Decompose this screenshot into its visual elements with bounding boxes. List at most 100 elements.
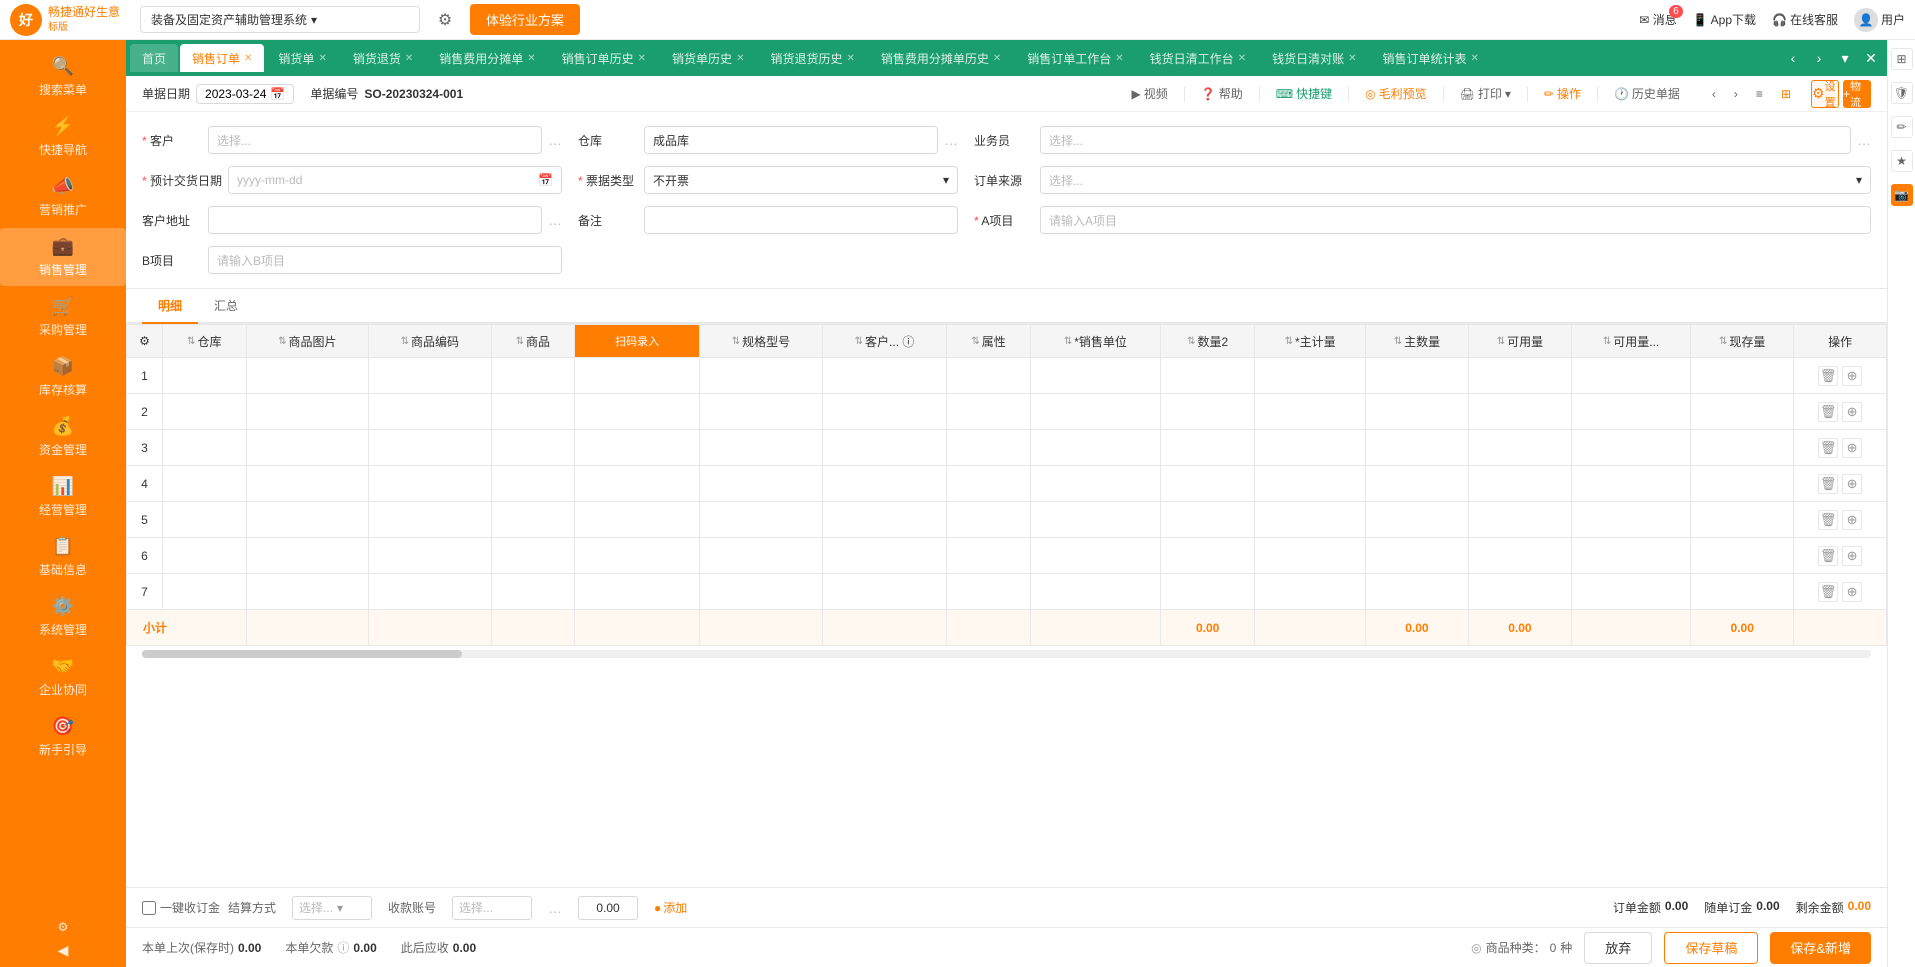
tab-sales-summary[interactable]: 销售订单统计表 ✕ [1370,44,1490,72]
rp-icon-2[interactable]: 🛡 [1891,82,1913,104]
sidebar-item-system[interactable]: ⚙️ 系统管理 [0,588,126,646]
sort-icon[interactable]: ⇅ [855,336,863,347]
account-select[interactable]: 选择... [452,896,532,920]
sort-icon[interactable]: ⇅ [1719,336,1727,347]
print-btn[interactable]: 🖨 打印 ▾ [1452,83,1519,104]
app-download-btn[interactable]: 📱 App下载 [1693,11,1756,28]
tab-close-all-btn[interactable]: ✕ [1859,46,1883,70]
add-btn[interactable]: ● 添加 [654,899,687,916]
row-delete-btn[interactable]: 🗑 [1818,582,1838,602]
sidebar-item-quicknav[interactable]: ⚡ 快捷导航 [0,108,126,166]
help-btn[interactable]: ❓ 帮助 [1193,83,1251,104]
user-avatar[interactable]: 👤 用户 [1854,8,1905,32]
tab-close-sales-invoice-history[interactable]: ✕ [736,53,744,64]
remark-input[interactable] [644,206,958,234]
sidebar-item-enterprise[interactable]: 🤝 企业协同 [0,648,126,706]
sidebar-item-guide[interactable]: 🎯 新手引导 [0,708,126,766]
settlement-select[interactable]: 选择... ▾ [292,896,372,920]
tab-sales-order-history[interactable]: 销售订单历史 ✕ [550,44,658,72]
tab-close-sales-return-history[interactable]: ✕ [846,53,854,64]
tab-sales-return[interactable]: 销货退货 ✕ [341,44,425,72]
staff-input[interactable]: 选择... [1040,126,1851,154]
sort-icon[interactable]: ⇅ [971,336,979,347]
amount-input[interactable] [578,896,638,920]
app-selector[interactable]: 装备及固定资产辅助管理系统 ▾ [140,6,420,33]
sidebar-item-marketing[interactable]: 📣 营销推广 [0,168,126,226]
tab-cash-workbench[interactable]: 钱货日清工作台 ✕ [1138,44,1258,72]
warehouse-more-icon[interactable]: … [944,132,958,148]
nav-prev-btn[interactable]: ‹ [1704,85,1724,103]
tab-sales-workbench[interactable]: 销售订单工作台 ✕ [1015,44,1135,72]
history-btn[interactable]: 🕐 历史单据 [1606,83,1688,104]
sidebar-settings-btn[interactable]: ⚙ [58,920,69,934]
tab-sales-invoice[interactable]: 销货单 ✕ [266,44,338,72]
sort-icon[interactable]: ⇅ [1064,336,1072,347]
tab-menu-btn[interactable]: ▾ [1833,46,1857,70]
sort-icon[interactable]: ⇅ [732,336,740,347]
tab-sales-return-history[interactable]: 销货退货历史 ✕ [758,44,866,72]
row-delete-btn[interactable]: 🗑 [1818,366,1838,386]
a-project-input[interactable]: 请输入A项目 [1040,206,1871,234]
row-copy-btn[interactable]: ⊕ [1842,582,1862,602]
sidebar-collapse-btn[interactable]: ◀ [58,942,69,959]
tab-close-sales-expense-history[interactable]: ✕ [993,53,1001,64]
customer-input[interactable]: 选择... [208,126,542,154]
tab-cash-reconcile[interactable]: 钱货日清对账 ✕ [1260,44,1368,72]
sidebar-item-inventory[interactable]: 📦 库存核算 [0,348,126,406]
scan-button[interactable]: 扫码录入 [607,331,667,351]
profit-btn[interactable]: ◎ 毛利预览 [1357,83,1435,104]
delivery-date-input[interactable]: yyyy-mm-dd 📅 [228,166,562,194]
staff-more-icon[interactable]: … [1857,132,1871,148]
row-delete-btn[interactable]: 🗑 [1818,402,1838,422]
sort-icon[interactable]: ⇅ [278,336,286,347]
row-delete-btn[interactable]: 🗑 [1818,546,1838,566]
row-copy-btn[interactable]: ⊕ [1842,510,1862,530]
sort-icon[interactable]: ⇅ [1497,336,1505,347]
scroll-thumb[interactable] [142,650,462,658]
col-settings[interactable]: ⚙ [127,325,163,358]
sidebar-item-operations[interactable]: 📊 经营管理 [0,468,126,526]
customer-more-icon[interactable]: … [548,132,562,148]
sidebar-item-purchase[interactable]: 🛒 采购管理 [0,288,126,346]
tab-close-sales-return[interactable]: ✕ [405,53,413,64]
tab-sales-expense[interactable]: 销售费用分摊单 ✕ [427,44,547,72]
sidebar-item-search[interactable]: 🔍 搜索菜单 [0,48,126,106]
row-copy-btn[interactable]: ⊕ [1842,402,1862,422]
settings-icon[interactable]: ⚙ [430,5,460,35]
tab-sales-order[interactable]: 销售订单 ✕ [180,44,264,72]
grid-view-btn[interactable]: ⊞ [1773,85,1799,103]
view-btn[interactable]: ▶ 视频 [1124,83,1176,104]
sort-icon[interactable]: ⇅ [516,336,524,347]
messages-btn[interactable]: ✉ 消息 6 [1639,11,1676,28]
tab-next-btn[interactable]: › [1807,46,1831,70]
tab-home[interactable]: 首页 [130,44,178,72]
ellipsis-account[interactable]: … [548,900,562,916]
list-view-btn[interactable]: ≡ [1748,85,1771,103]
sort-icon[interactable]: ⇅ [187,336,195,347]
bill-date-field[interactable]: 2023-03-24 📅 [196,84,294,104]
b-project-input[interactable]: 请输入B项目 [208,246,562,274]
sub-tab-detail[interactable]: 明细 [142,289,198,324]
row-copy-btn[interactable]: ⊕ [1842,546,1862,566]
rp-icon-1[interactable]: ⊞ [1891,48,1913,70]
sort-icon[interactable]: ⇅ [401,336,409,347]
tab-close-sales-summary[interactable]: ✕ [1471,53,1479,64]
row-copy-btn[interactable]: ⊕ [1842,474,1862,494]
tab-close-cash-reconcile[interactable]: ✕ [1348,53,1356,64]
address-input[interactable] [208,206,542,234]
tab-sales-invoice-history[interactable]: 销货单历史 ✕ [660,44,756,72]
save-draft-button[interactable]: 保存草稿 [1664,932,1758,964]
rp-icon-3[interactable]: ✏ [1891,116,1913,138]
sidebar-item-sales[interactable]: 💼 销售管理 [0,228,126,286]
sort-icon[interactable]: ⇅ [1187,336,1195,347]
tab-close-cash-workbench[interactable]: ✕ [1238,53,1246,64]
add-logistics-btn[interactable]: + 物流 [1843,80,1871,108]
row-delete-btn[interactable]: 🗑 [1818,438,1838,458]
save-new-button[interactable]: 保存&新增 [1770,932,1871,964]
sidebar-item-finance[interactable]: 💰 资金管理 [0,408,126,466]
sort-icon[interactable]: ⇅ [1394,336,1402,347]
tab-sales-expense-history[interactable]: 销售费用分摊单历史 ✕ [869,44,1013,72]
tab-close-sales-order[interactable]: ✕ [244,53,252,64]
trial-button[interactable]: 体验行业方案 [470,4,580,35]
shortcut-btn[interactable]: ⌨ 快捷键 [1268,83,1340,104]
